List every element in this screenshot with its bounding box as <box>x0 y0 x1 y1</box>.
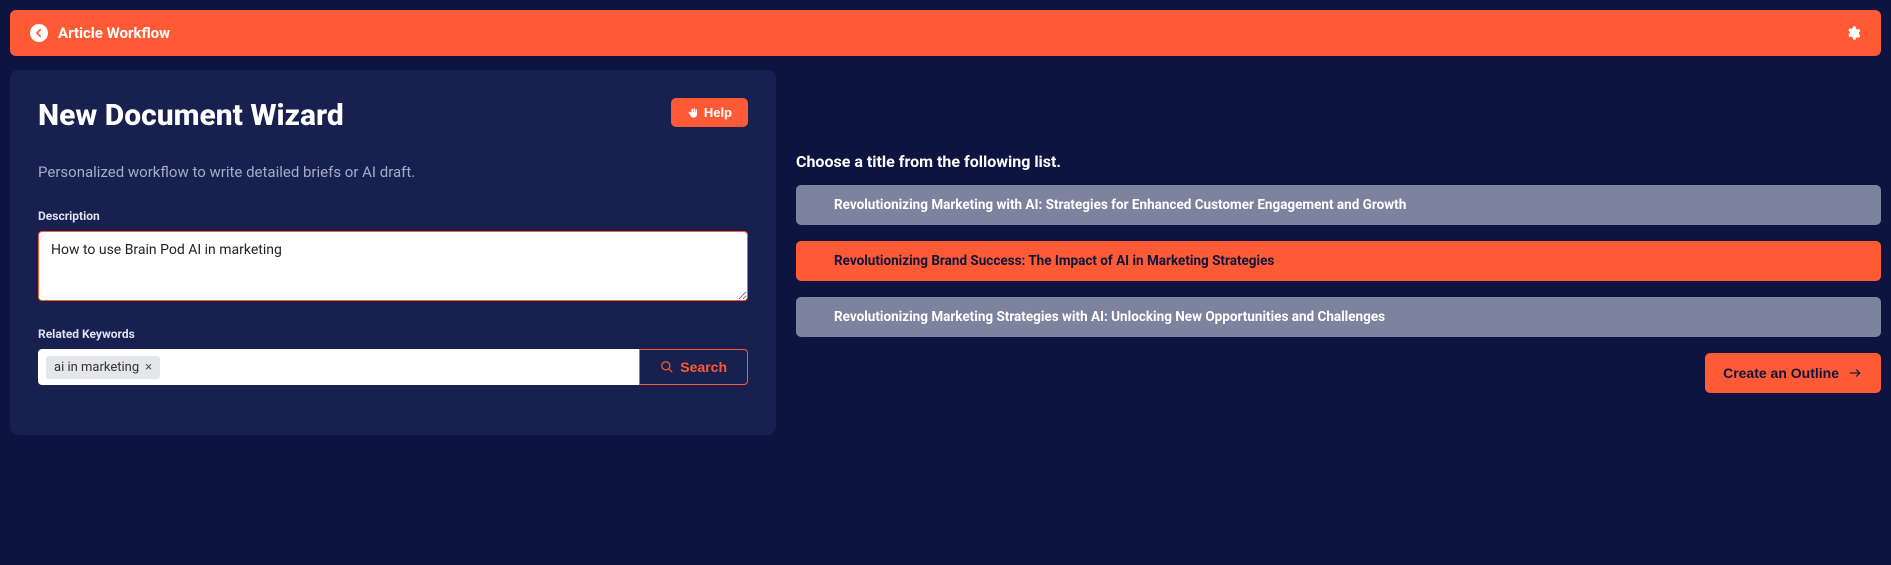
main-row: New Document Wizard Help Personalized wo… <box>10 70 1881 435</box>
description-input[interactable] <box>38 231 748 301</box>
choose-title-heading: Choose a title from the following list. <box>796 152 1881 171</box>
title-option[interactable]: Revolutionizing Brand Success: The Impac… <box>796 241 1881 281</box>
outline-row: Create an Outline <box>796 353 1881 393</box>
create-outline-label: Create an Outline <box>1723 365 1839 381</box>
search-label: Search <box>680 359 727 375</box>
keyword-tag-label: ai in marketing <box>54 360 139 375</box>
search-icon <box>660 360 674 374</box>
help-button[interactable]: Help <box>671 98 748 127</box>
keywords-field: Related Keywords ai in marketing × Searc… <box>38 327 748 385</box>
title-option[interactable]: Revolutionizing Marketing Strategies wit… <box>796 297 1881 337</box>
back-icon[interactable] <box>30 24 48 42</box>
header-left: Article Workflow <box>30 24 170 42</box>
keywords-row: ai in marketing × Search <box>38 349 748 385</box>
keyword-tag: ai in marketing × <box>46 356 160 379</box>
keywords-input[interactable]: ai in marketing × <box>38 349 639 385</box>
page-title: New Document Wizard <box>38 98 344 133</box>
title-option-list: Revolutionizing Marketing with AI: Strat… <box>796 185 1881 337</box>
panel-head: New Document Wizard Help <box>38 98 748 133</box>
arrow-right-icon <box>1847 366 1863 380</box>
wizard-panel: New Document Wizard Help Personalized wo… <box>10 70 776 435</box>
wizard-subtitle: Personalized workflow to write detailed … <box>38 163 748 181</box>
title-chooser: Choose a title from the following list. … <box>796 70 1881 393</box>
hand-icon <box>687 107 699 119</box>
keywords-label: Related Keywords <box>38 327 748 341</box>
search-button[interactable]: Search <box>639 349 748 385</box>
header-title: Article Workflow <box>58 24 170 42</box>
header-bar: Article Workflow <box>10 10 1881 56</box>
create-outline-button[interactable]: Create an Outline <box>1705 353 1881 393</box>
title-option[interactable]: Revolutionizing Marketing with AI: Strat… <box>796 185 1881 225</box>
help-label: Help <box>704 105 732 120</box>
remove-tag-icon[interactable]: × <box>145 361 152 374</box>
gear-icon[interactable] <box>1845 25 1861 41</box>
description-field: Description <box>38 209 748 305</box>
description-label: Description <box>38 209 748 223</box>
